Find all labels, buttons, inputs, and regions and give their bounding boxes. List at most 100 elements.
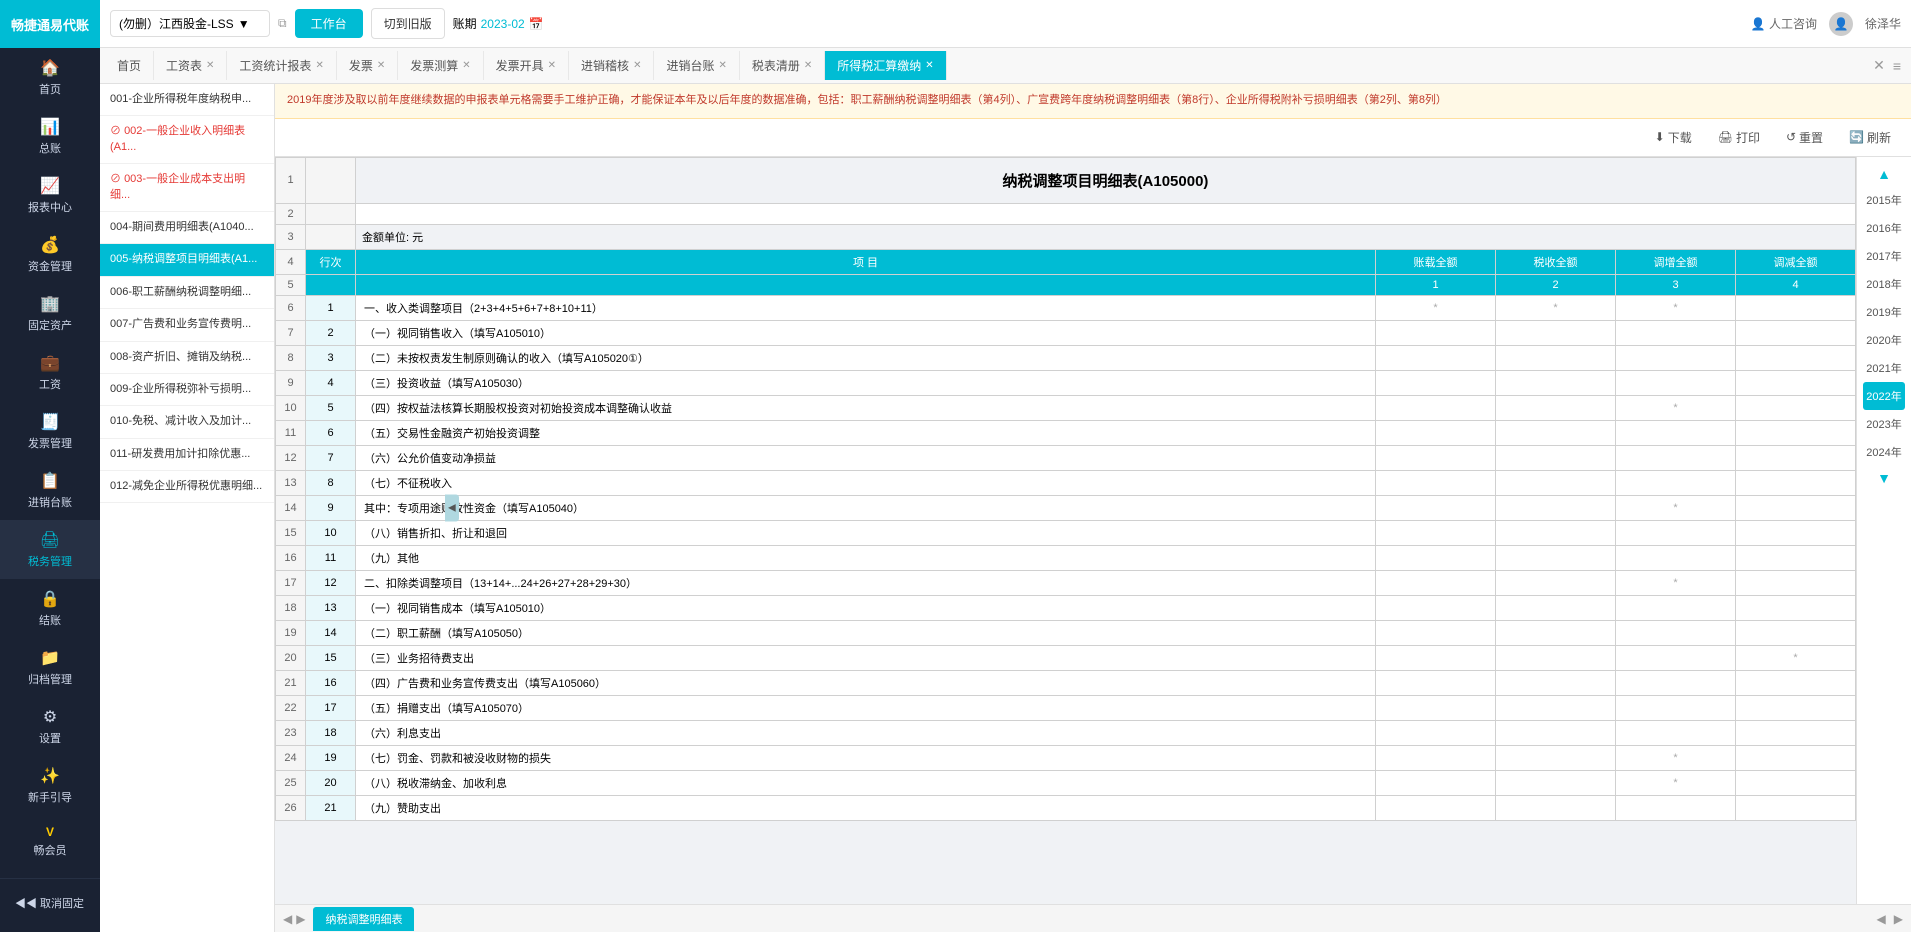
year-item[interactable]: 2017年	[1863, 242, 1904, 270]
collapse-panel-button[interactable]: ◀	[445, 495, 459, 522]
sidebar-item-fixed-asset[interactable]: 🏢 固定资产	[0, 284, 100, 343]
year-item[interactable]: 2023年	[1863, 410, 1904, 438]
sidebar-item-ledger[interactable]: 📊 总账	[0, 107, 100, 166]
seq-cell[interactable]: 19	[306, 745, 356, 770]
year-item[interactable]: 2020年	[1863, 326, 1904, 354]
col-c-cell[interactable]	[1376, 345, 1496, 370]
seq-cell[interactable]: 4	[306, 370, 356, 395]
tab-input-check[interactable]: 进销稽核 ✕	[569, 51, 654, 80]
item-cell[interactable]: （八）税收滞纳金、加收利息	[356, 770, 1376, 795]
col-f-cell[interactable]	[1736, 495, 1856, 520]
tab-close-icon[interactable]: ✕	[462, 60, 470, 71]
download-button[interactable]: ⬇ 下载	[1647, 125, 1700, 150]
sidebar-item-report[interactable]: 📈 报表中心	[0, 166, 100, 225]
col-c-cell[interactable]	[1376, 645, 1496, 670]
col-d-cell[interactable]	[1496, 545, 1616, 570]
sidebar-item-archive[interactable]: 📁 归档管理	[0, 638, 100, 697]
col-c-cell[interactable]	[1376, 470, 1496, 495]
col-c-cell[interactable]	[1376, 545, 1496, 570]
tab-invoice-calc[interactable]: 发票测算 ✕	[398, 51, 483, 80]
col-c-cell[interactable]	[1376, 695, 1496, 720]
col-f-cell[interactable]	[1736, 745, 1856, 770]
col-d-cell[interactable]	[1496, 320, 1616, 345]
col-f-cell[interactable]	[1736, 695, 1856, 720]
col-c-cell[interactable]	[1376, 395, 1496, 420]
item-cell[interactable]: （四）按权益法核算长期股权投资对初始投资成本调整确认收益	[356, 395, 1376, 420]
left-panel-item-009[interactable]: 009-企业所得税弥补亏损明...	[100, 374, 274, 406]
seq-cell[interactable]: 3	[306, 345, 356, 370]
item-cell[interactable]: （四）广告费和业务宣传费支出（填写A105060）	[356, 670, 1376, 695]
col-f-cell[interactable]: *	[1736, 645, 1856, 670]
col-e-cell[interactable]	[1616, 470, 1736, 495]
year-item[interactable]: 2016年	[1863, 214, 1904, 242]
item-cell[interactable]: （二）未按权责发生制原则确认的收入（填写A105020①）	[356, 345, 1376, 370]
seq-cell[interactable]: 11	[306, 545, 356, 570]
col-f-cell[interactable]	[1736, 545, 1856, 570]
seq-cell[interactable]: 18	[306, 720, 356, 745]
tab-close-icon[interactable]: ✕	[633, 60, 641, 71]
left-panel-item-001[interactable]: 001-企业所得税年度纳税申...	[100, 84, 274, 116]
seq-cell[interactable]: 13	[306, 595, 356, 620]
user-name[interactable]: 徐泽华	[1865, 15, 1901, 32]
item-cell[interactable]: （二）职工薪酬（填写A105050）	[356, 620, 1376, 645]
col-d-cell[interactable]	[1496, 645, 1616, 670]
col-e-cell[interactable]: *	[1616, 495, 1736, 520]
tab-close-icon[interactable]: ✕	[206, 60, 214, 71]
item-cell[interactable]: （九）赞助支出	[356, 795, 1376, 820]
col-e-cell[interactable]	[1616, 445, 1736, 470]
reset-button[interactable]: ↺ 重置	[1778, 125, 1831, 150]
col-d-cell[interactable]	[1496, 570, 1616, 595]
sidebar-item-new-guide[interactable]: ✨ 新手引导	[0, 756, 100, 815]
item-cell[interactable]: （六）公允价值变动净损益	[356, 445, 1376, 470]
col-f-cell[interactable]	[1736, 395, 1856, 420]
col-c-cell[interactable]	[1376, 445, 1496, 470]
col-e-cell[interactable]: *	[1616, 395, 1736, 420]
col-e-cell[interactable]	[1616, 545, 1736, 570]
sidebar-item-tax-mgmt[interactable]: 🖨 税务管理	[0, 520, 100, 579]
col-c-cell[interactable]	[1376, 770, 1496, 795]
calendar-icon[interactable]: 📅	[529, 17, 544, 31]
tab-salary-report[interactable]: 工资统计报表 ✕	[227, 51, 336, 80]
seq-cell[interactable]: 16	[306, 670, 356, 695]
col-d-cell[interactable]	[1496, 720, 1616, 745]
col-e-cell[interactable]	[1616, 620, 1736, 645]
seq-cell[interactable]: 14	[306, 620, 356, 645]
left-panel-item-004[interactable]: 004-期间费用明细表(A1040...	[100, 212, 274, 244]
bottom-scroll-right[interactable]: ▶	[1894, 912, 1903, 926]
customer-service[interactable]: 👤 人工咨询	[1751, 15, 1817, 32]
seq-cell[interactable]: 17	[306, 695, 356, 720]
item-cell[interactable]: （一）视同销售收入（填写A105010）	[356, 320, 1376, 345]
col-f-cell[interactable]	[1736, 420, 1856, 445]
year-item[interactable]: 2018年	[1863, 270, 1904, 298]
col-e-cell[interactable]: *	[1616, 770, 1736, 795]
year-nav-up[interactable]: ▲	[1873, 162, 1895, 186]
tab-home[interactable]: 首页	[105, 51, 154, 80]
seq-cell[interactable]: 9	[306, 495, 356, 520]
col-f-cell[interactable]	[1736, 770, 1856, 795]
col-e-cell[interactable]	[1616, 670, 1736, 695]
left-panel-item-012[interactable]: 012-减免企业所得税优惠明细...	[100, 471, 274, 503]
item-cell[interactable]: （八）销售折扣、折让和退回	[356, 520, 1376, 545]
col-d-cell[interactable]	[1496, 345, 1616, 370]
seq-cell[interactable]: 2	[306, 320, 356, 345]
seq-cell[interactable]: 6	[306, 420, 356, 445]
item-cell[interactable]: 二、扣除类调整项目（13+14+...24+26+27+28+29+30）	[356, 570, 1376, 595]
col-f-cell[interactable]	[1736, 470, 1856, 495]
col-d-cell[interactable]: *	[1496, 295, 1616, 320]
col-c-cell[interactable]	[1376, 795, 1496, 820]
col-f-cell[interactable]	[1736, 295, 1856, 320]
col-c-cell[interactable]	[1376, 495, 1496, 520]
sidebar-item-settings[interactable]: ⚙ 设置	[0, 697, 100, 756]
col-e-cell[interactable]	[1616, 420, 1736, 445]
scroll-left[interactable]: ◀	[283, 912, 292, 926]
col-d-cell[interactable]	[1496, 595, 1616, 620]
print-button[interactable]: 🖨 打印	[1710, 125, 1768, 150]
tab-close-icon[interactable]: ✕	[377, 60, 385, 71]
col-f-cell[interactable]	[1736, 720, 1856, 745]
sidebar-item-invoice-mgmt[interactable]: 🧾 发票管理	[0, 402, 100, 461]
col-f-cell[interactable]	[1736, 520, 1856, 545]
item-cell[interactable]: （六）利息支出	[356, 720, 1376, 745]
col-c-cell[interactable]	[1376, 595, 1496, 620]
seq-cell[interactable]: 5	[306, 395, 356, 420]
left-panel-item-005[interactable]: 005-纳税调整项目明细表(A1...	[100, 244, 274, 276]
